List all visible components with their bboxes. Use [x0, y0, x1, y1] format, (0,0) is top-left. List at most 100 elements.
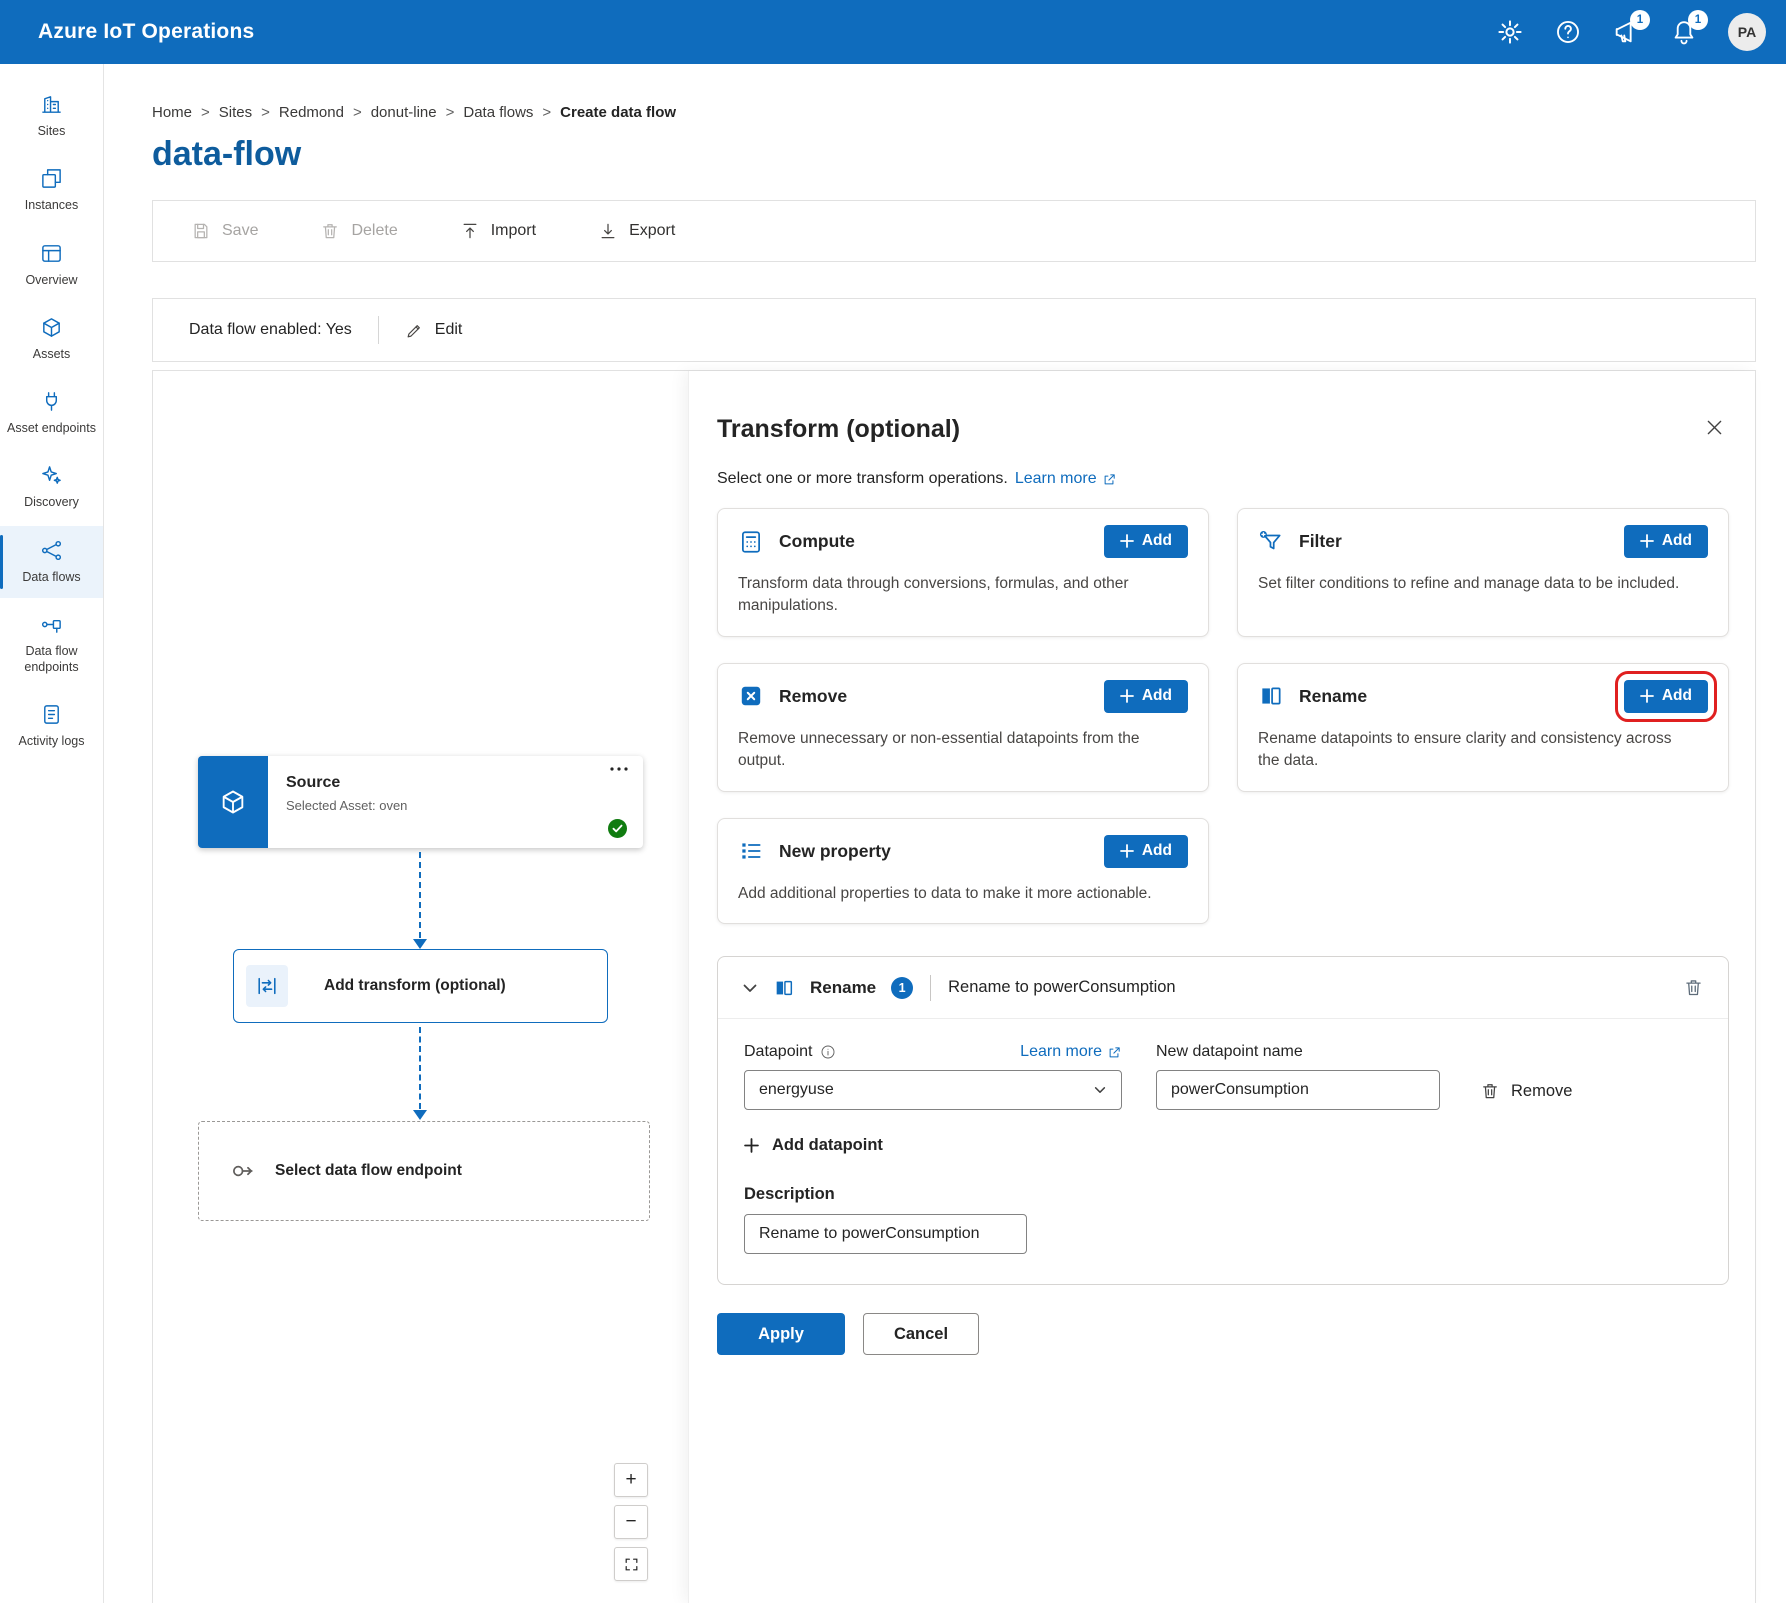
- breadcrumb-donut-line[interactable]: donut-line: [371, 104, 437, 121]
- datapoint-select[interactable]: energyuse: [744, 1070, 1122, 1110]
- sidebar-item-sites[interactable]: Sites: [0, 80, 103, 152]
- assets-icon: [40, 316, 63, 339]
- description-input[interactable]: [744, 1214, 1027, 1254]
- breadcrumb: Home > Sites > Redmond > donut-line > Da…: [152, 104, 1756, 121]
- import-icon: [460, 221, 480, 241]
- sidebar-item-activity-logs[interactable]: Activity logs: [0, 690, 103, 762]
- sidebar-item-data-flow-endpoints[interactable]: Data flow endpoints: [0, 600, 103, 689]
- datapoint-label: Datapoint: [744, 1043, 813, 1061]
- app-title: Azure IoT Operations: [38, 20, 254, 44]
- plus-icon: [1120, 689, 1134, 703]
- add-transform-node[interactable]: Add transform (optional): [233, 949, 608, 1023]
- sidebar-item-instances[interactable]: Instances: [0, 154, 103, 226]
- sites-icon: [40, 93, 63, 116]
- rename-editor-header[interactable]: Rename 1 Rename to powerConsumption: [718, 957, 1728, 1019]
- edit-button[interactable]: Edit: [405, 321, 463, 340]
- data-flow-designer: Source Selected Asset: oven: [152, 370, 1756, 1603]
- info-icon[interactable]: [820, 1044, 836, 1060]
- data-flow-endpoints-icon: [40, 613, 63, 636]
- breadcrumb-redmond[interactable]: Redmond: [279, 104, 344, 121]
- save-icon: [191, 221, 211, 241]
- import-button[interactable]: Import: [436, 211, 560, 251]
- save-button[interactable]: Save: [167, 211, 282, 251]
- plus-icon: [1120, 534, 1134, 548]
- activity-logs-icon: [40, 703, 63, 726]
- rename-editor: Rename 1 Rename to powerConsumption: [717, 956, 1729, 1285]
- source-node-subtitle: Selected Asset: oven: [286, 798, 627, 813]
- panel-learn-more-link[interactable]: Learn more: [1015, 470, 1117, 488]
- breadcrumb-sites[interactable]: Sites: [219, 104, 252, 121]
- endpoint-icon: [229, 1158, 255, 1184]
- datapoint-learn-more-link[interactable]: Learn more: [1020, 1043, 1122, 1061]
- add-rename-button[interactable]: Add: [1624, 680, 1708, 713]
- card-title: Remove: [779, 686, 847, 707]
- new-datapoint-name-input[interactable]: [1156, 1070, 1440, 1110]
- add-compute-button[interactable]: Add: [1104, 525, 1188, 558]
- delete-rename-icon[interactable]: [1683, 977, 1704, 998]
- breadcrumb-home[interactable]: Home: [152, 104, 192, 121]
- remove-card: Remove Add Remove unnecessary or non-ess…: [717, 663, 1209, 792]
- trash-icon: [1480, 1081, 1500, 1101]
- apply-button[interactable]: Apply: [717, 1313, 845, 1355]
- export-button[interactable]: Export: [574, 211, 699, 251]
- help-icon[interactable]: [1554, 18, 1582, 46]
- settings-icon[interactable]: [1496, 18, 1524, 46]
- instances-icon: [40, 167, 63, 190]
- add-filter-button[interactable]: Add: [1624, 525, 1708, 558]
- zoom-out-button[interactable]: −: [614, 1505, 648, 1539]
- left-nav: Sites Instances Overview Assets Asset en…: [0, 64, 104, 1603]
- more-options-icon[interactable]: [609, 766, 629, 772]
- filter-card: Filter Add Set filter conditions to refi…: [1237, 508, 1729, 637]
- flow-arrow-2: [413, 1027, 427, 1120]
- page-title: data-flow: [152, 135, 1756, 174]
- card-title: Filter: [1299, 531, 1342, 552]
- announcements-icon[interactable]: 1: [1612, 18, 1640, 46]
- breadcrumb-current: Create data flow: [560, 104, 676, 121]
- sidebar-item-data-flows[interactable]: Data flows: [0, 526, 103, 598]
- sidebar-item-discovery[interactable]: Discovery: [0, 451, 103, 523]
- select-endpoint-label: Select data flow endpoint: [275, 1162, 462, 1180]
- card-title: Rename: [1299, 686, 1367, 707]
- add-new-property-button[interactable]: Add: [1104, 835, 1188, 868]
- select-endpoint-node[interactable]: Select data flow endpoint: [198, 1121, 650, 1221]
- delete-button[interactable]: Delete: [296, 211, 421, 251]
- asset-endpoints-icon: [40, 390, 63, 413]
- close-icon[interactable]: [1700, 413, 1729, 442]
- plus-icon: [1640, 689, 1654, 703]
- filter-icon: [1258, 529, 1284, 555]
- chevron-down-icon[interactable]: [742, 980, 758, 996]
- fit-view-icon: [623, 1556, 640, 1573]
- card-description: Transform data through conversions, form…: [738, 573, 1161, 618]
- plus-icon: [744, 1138, 759, 1153]
- user-avatar[interactable]: PA: [1728, 13, 1766, 51]
- remove-datapoint-button[interactable]: Remove: [1474, 1073, 1578, 1109]
- source-node-title: Source: [286, 774, 627, 792]
- add-remove-button[interactable]: Add: [1104, 680, 1188, 713]
- divider: [930, 975, 931, 1001]
- panel-subtitle: Select one or more transform operations.: [717, 470, 1008, 488]
- sidebar-item-overview[interactable]: Overview: [0, 229, 103, 301]
- cancel-button[interactable]: Cancel: [863, 1313, 979, 1355]
- flow-canvas: Source Selected Asset: oven: [153, 371, 688, 1603]
- sidebar-item-assets[interactable]: Assets: [0, 303, 103, 375]
- notifications-badge: 1: [1688, 10, 1708, 30]
- rename-card: Rename Add Rename datapoints to ensure c…: [1237, 663, 1729, 792]
- overview-icon: [40, 242, 63, 265]
- zoom-in-button[interactable]: +: [614, 1463, 648, 1497]
- edit-pencil-icon: [405, 321, 424, 340]
- sidebar-item-asset-endpoints[interactable]: Asset endpoints: [0, 377, 103, 449]
- fit-view-button[interactable]: [614, 1547, 648, 1581]
- add-datapoint-button[interactable]: Add datapoint: [744, 1136, 883, 1155]
- announcements-badge: 1: [1630, 10, 1650, 30]
- external-link-icon: [1107, 1045, 1122, 1060]
- rename-summary: Rename to powerConsumption: [948, 978, 1175, 997]
- topbar-actions: 1 1 PA: [1496, 13, 1766, 51]
- new-property-card: New property Add Add additional properti…: [717, 818, 1209, 924]
- source-node[interactable]: Source Selected Asset: oven: [198, 756, 643, 848]
- transform-operation-cards: Compute Add Transform data through conve…: [717, 508, 1729, 924]
- compute-icon: [738, 529, 764, 555]
- card-description: Set filter conditions to refine and mana…: [1258, 573, 1681, 595]
- breadcrumb-data-flows[interactable]: Data flows: [463, 104, 533, 121]
- canvas-zoom-controls: + −: [614, 1463, 648, 1581]
- notifications-bell-icon[interactable]: 1: [1670, 18, 1698, 46]
